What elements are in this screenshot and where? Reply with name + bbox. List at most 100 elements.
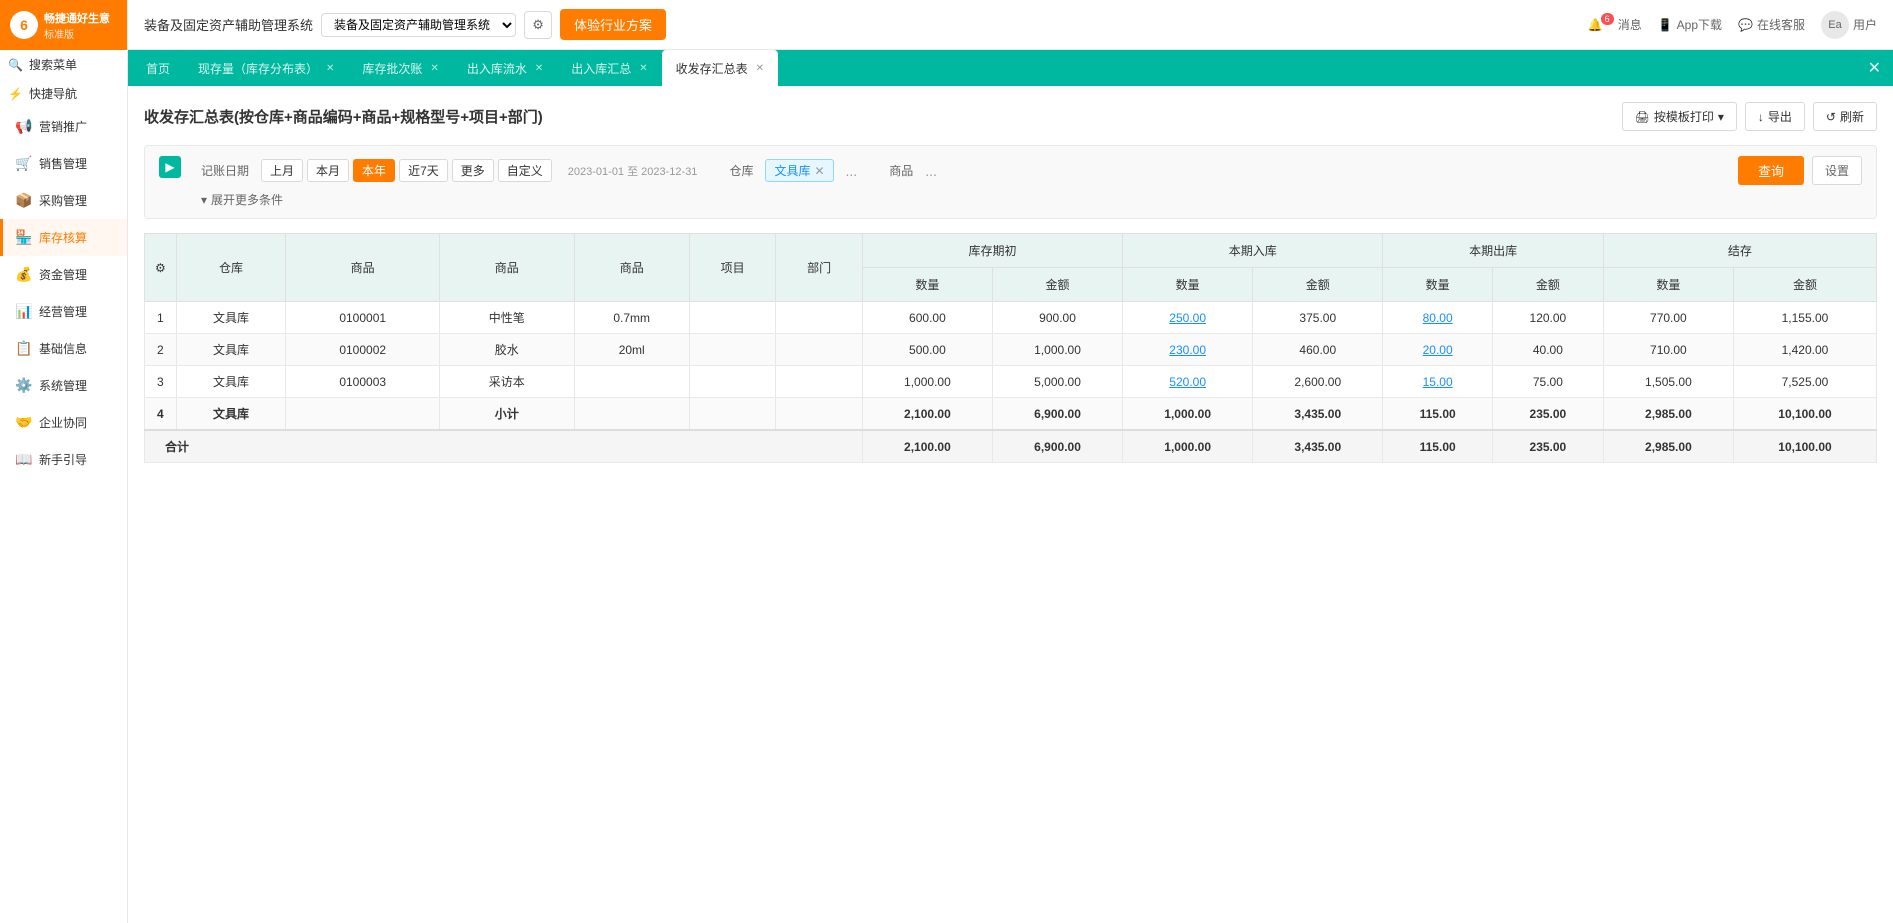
operations-icon: 📊 xyxy=(15,303,33,320)
th-in: 本期入库 xyxy=(1123,234,1383,268)
table-row-open-amt: 5,000.00 xyxy=(992,366,1122,398)
goods-more[interactable]: ... xyxy=(925,163,937,179)
page-title: 收发存汇总表(按仓库+商品编码+商品+规格型号+项目+部门) xyxy=(144,106,543,127)
sidebar-item-marketing[interactable]: 📢 营销推广 xyxy=(0,108,127,145)
th-code: 商品 xyxy=(286,234,440,302)
app-download-btn[interactable]: 📱 App下载 xyxy=(1658,16,1722,33)
tab-inout-summary-close[interactable]: ✕ xyxy=(639,63,647,74)
date-btn-this-year[interactable]: 本年 xyxy=(353,159,395,182)
th-close-amt: 金额 xyxy=(1733,268,1876,302)
warehouse-more[interactable]: ... xyxy=(846,163,858,179)
sidebar-quick-nav-label: 快捷导航 xyxy=(29,85,77,102)
logo-text-line1: 畅捷通好生意 xyxy=(44,10,110,26)
sidebar-item-inventory[interactable]: 🏪 库存核算 xyxy=(0,219,127,256)
table-row-out-qty[interactable]: 80.00 xyxy=(1383,302,1493,334)
table-row-spec: 20ml xyxy=(574,334,689,366)
tab-batch-close[interactable]: ✕ xyxy=(430,63,438,74)
tab-home[interactable]: 首页 xyxy=(132,50,184,86)
sidebar-search[interactable]: 🔍 搜索菜单 xyxy=(0,50,127,79)
th-in-amt: 金额 xyxy=(1253,268,1383,302)
th-dept: 部门 xyxy=(776,234,863,302)
tab-recv-send-close[interactable]: ✕ xyxy=(756,63,764,74)
table-row-out-amt: 40.00 xyxy=(1492,334,1603,366)
table-row-out-qty[interactable]: 15.00 xyxy=(1383,366,1493,398)
table-row-out-qty[interactable]: 115.00 xyxy=(1383,398,1493,431)
query-btn[interactable]: 查询 xyxy=(1738,156,1804,185)
export-icon: ↓ xyxy=(1758,110,1764,124)
table-row-name: 胶水 xyxy=(440,334,575,366)
export-btn-label: 导出 xyxy=(1768,108,1792,125)
sidebar-item-basic-info-label: 基础信息 xyxy=(39,340,87,357)
system-selector[interactable]: 装备及固定资产辅助管理系统 xyxy=(321,13,516,37)
export-btn[interactable]: ↓ 导出 xyxy=(1745,102,1805,131)
warehouse-tag-close[interactable]: ✕ xyxy=(814,164,824,178)
table-row-in-qty[interactable]: 230.00 xyxy=(1123,334,1253,366)
sidebar-item-collab[interactable]: 🤝 企业协同 xyxy=(0,404,127,441)
sidebar-item-sales[interactable]: 🛒 销售管理 xyxy=(0,145,127,182)
tab-inout-summary[interactable]: 出入库汇总 ✕ xyxy=(557,50,661,86)
sidebar-item-purchase[interactable]: 📦 采购管理 xyxy=(0,182,127,219)
tab-recv-send[interactable]: 收发存汇总表 ✕ xyxy=(662,50,778,86)
settings-btn[interactable]: 设置 xyxy=(1812,156,1862,185)
sidebar-quick-nav[interactable]: ⚡ 快捷导航 xyxy=(0,79,127,108)
tab-inout-flow-close[interactable]: ✕ xyxy=(535,63,543,74)
table-row-in-qty[interactable]: 250.00 xyxy=(1123,302,1253,334)
refresh-btn[interactable]: ↺ 刷新 xyxy=(1813,102,1877,131)
th-spec: 商品 xyxy=(574,234,689,302)
page-content: 收发存汇总表(按仓库+商品编码+商品+规格型号+项目+部门) 🖨 按模板打印 ▾… xyxy=(128,86,1893,923)
close-all-tabs-btn[interactable]: ✕ xyxy=(1860,58,1889,78)
sidebar-item-finance[interactable]: 💰 资金管理 xyxy=(0,256,127,293)
table-row-dept xyxy=(776,334,863,366)
table-row-in-amt: 375.00 xyxy=(1253,302,1383,334)
table-row-name: 采访本 xyxy=(440,366,575,398)
table-row-warehouse: 文具库 xyxy=(176,302,286,334)
table-row-in-qty[interactable]: 520.00 xyxy=(1123,366,1253,398)
table-row-warehouse: 文具库 xyxy=(176,334,286,366)
table-row-out-qty[interactable]: 20.00 xyxy=(1383,334,1493,366)
table-row-spec xyxy=(574,366,689,398)
tab-stock-dist-label: 现存量（库存分布表） xyxy=(198,60,318,77)
topbar: 装备及固定资产辅助管理系统 装备及固定资产辅助管理系统 ⚙ 体验行业方案 🔔 6… xyxy=(128,0,1893,50)
sidebar-item-system[interactable]: ⚙️ 系统管理 xyxy=(0,367,127,404)
th-closing: 结存 xyxy=(1603,234,1876,268)
warehouse-tag[interactable]: 文具库 ✕ xyxy=(765,159,833,182)
tab-stock-dist-close[interactable]: ✕ xyxy=(326,63,334,74)
date-btn-7days[interactable]: 近7天 xyxy=(399,159,448,182)
inventory-icon: 🏪 xyxy=(15,229,33,246)
settings-gear-btn[interactable]: ⚙ xyxy=(524,11,552,39)
tab-batch[interactable]: 库存批次账 ✕ xyxy=(348,50,452,86)
date-btn-prev-month[interactable]: 上月 xyxy=(261,159,303,182)
logo-badge: 标准版 xyxy=(44,26,110,41)
sidebar-item-marketing-label: 营销推广 xyxy=(39,118,87,135)
collapse-filter-btn[interactable]: ▶ xyxy=(159,156,181,178)
total-in-amt: 3,435.00 xyxy=(1253,430,1383,463)
total-close-qty: 2,985.00 xyxy=(1603,430,1733,463)
tab-stock-dist[interactable]: 现存量（库存分布表） ✕ xyxy=(184,50,348,86)
sidebar-search-label: 搜索菜单 xyxy=(29,56,77,73)
tab-inout-flow[interactable]: 出入库流水 ✕ xyxy=(453,50,557,86)
notification-badge: 6 xyxy=(1601,13,1614,25)
user-btn[interactable]: Ea 用户 xyxy=(1821,11,1877,39)
online-service-btn[interactable]: 💬 在线客服 xyxy=(1738,16,1805,33)
trial-btn[interactable]: 体验行业方案 xyxy=(560,9,666,40)
sidebar-item-guide[interactable]: 📖 新手引导 xyxy=(0,441,127,478)
print-btn[interactable]: 🖨 按模板打印 ▾ xyxy=(1622,102,1737,131)
table-row-in-amt: 3,435.00 xyxy=(1253,398,1383,431)
table-row-close-amt: 1,155.00 xyxy=(1733,302,1876,334)
th-settings: ⚙ xyxy=(145,234,177,302)
date-btn-this-month[interactable]: 本月 xyxy=(307,159,349,182)
sidebar-item-finance-label: 资金管理 xyxy=(39,266,87,283)
sidebar-item-basic-info[interactable]: 📋 基础信息 xyxy=(0,330,127,367)
expand-conditions-btn[interactable]: ▾ 展开更多条件 xyxy=(201,191,1862,208)
table-row-no: 2 xyxy=(145,334,177,366)
table-row-in-qty[interactable]: 1,000.00 xyxy=(1123,398,1253,431)
sidebar-item-collab-label: 企业协同 xyxy=(39,414,87,431)
date-btn-custom[interactable]: 自定义 xyxy=(498,159,552,182)
notification-btn[interactable]: 🔔 6 消息 xyxy=(1588,16,1642,33)
date-btn-more[interactable]: 更多 xyxy=(452,159,494,182)
table-row-dept xyxy=(776,398,863,431)
total-label: 合计 xyxy=(145,430,863,463)
sidebar-item-operations[interactable]: 📊 经营管理 xyxy=(0,293,127,330)
table-row-open-qty: 1,000.00 xyxy=(862,366,992,398)
marketing-icon: 📢 xyxy=(15,118,33,135)
